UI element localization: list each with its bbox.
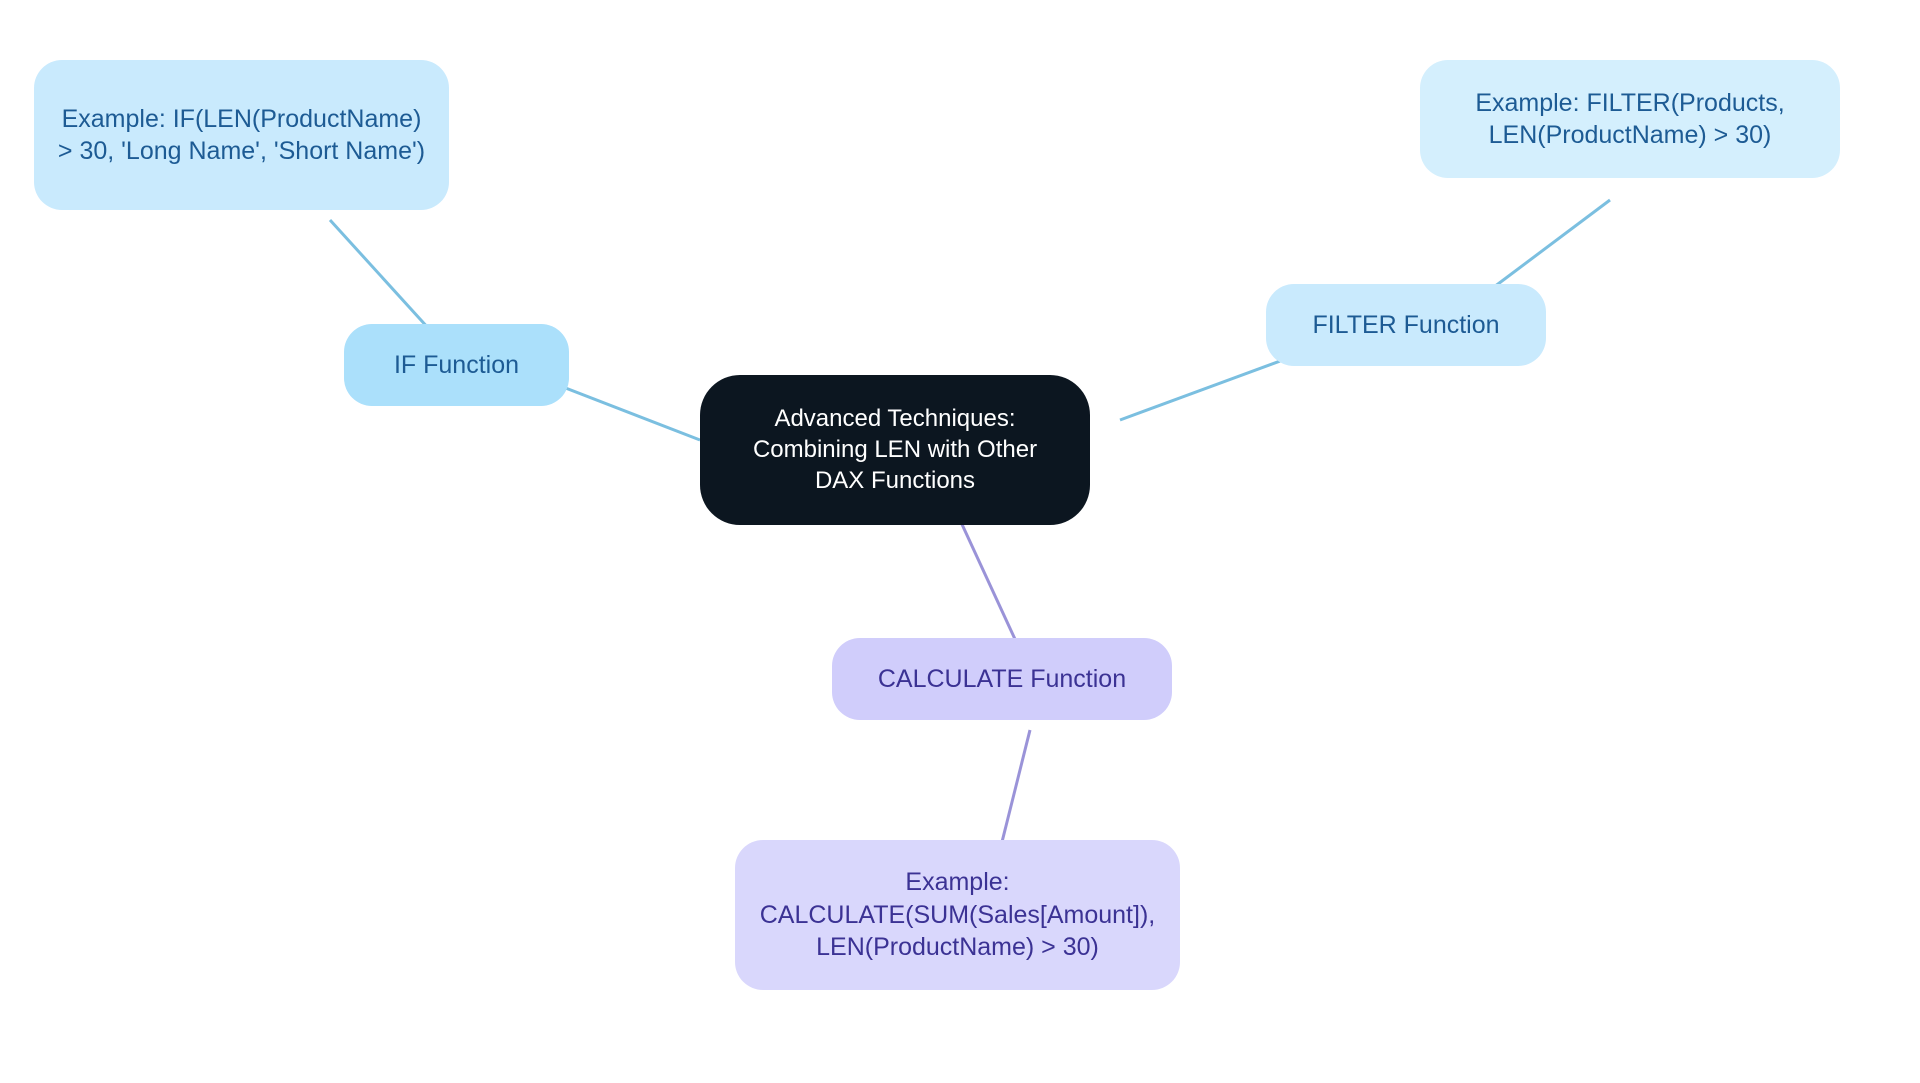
diagram-canvas: Advanced Techniques: Combining LEN with … xyxy=(0,0,1920,1083)
edge-calculate-example xyxy=(1000,730,1030,850)
edge-center-if xyxy=(550,382,700,440)
node-center-label: Advanced Techniques: Combining LEN with … xyxy=(728,403,1062,497)
node-if-example[interactable]: Example: IF(LEN(ProductName) > 30, 'Long… xyxy=(34,60,449,210)
node-filter-label: FILTER Function xyxy=(1312,309,1499,342)
edge-filter-example xyxy=(1490,200,1610,290)
node-filter[interactable]: FILTER Function xyxy=(1266,284,1546,366)
node-if[interactable]: IF Function xyxy=(344,324,569,406)
node-calculate[interactable]: CALCULATE Function xyxy=(832,638,1172,720)
node-if-label: IF Function xyxy=(394,349,519,382)
node-center[interactable]: Advanced Techniques: Combining LEN with … xyxy=(700,375,1090,525)
node-filter-example-label: Example: FILTER(Products, LEN(ProductNam… xyxy=(1442,87,1818,152)
node-if-example-label: Example: IF(LEN(ProductName) > 30, 'Long… xyxy=(56,103,427,168)
node-filter-example[interactable]: Example: FILTER(Products, LEN(ProductNam… xyxy=(1420,60,1840,178)
edge-center-calculate xyxy=(960,520,1020,650)
node-calculate-label: CALCULATE Function xyxy=(878,663,1126,696)
edge-if-example xyxy=(330,220,430,330)
node-calculate-example[interactable]: Example: CALCULATE(SUM(Sales[Amount]), L… xyxy=(735,840,1180,990)
node-calculate-example-label: Example: CALCULATE(SUM(Sales[Amount]), L… xyxy=(757,866,1158,964)
